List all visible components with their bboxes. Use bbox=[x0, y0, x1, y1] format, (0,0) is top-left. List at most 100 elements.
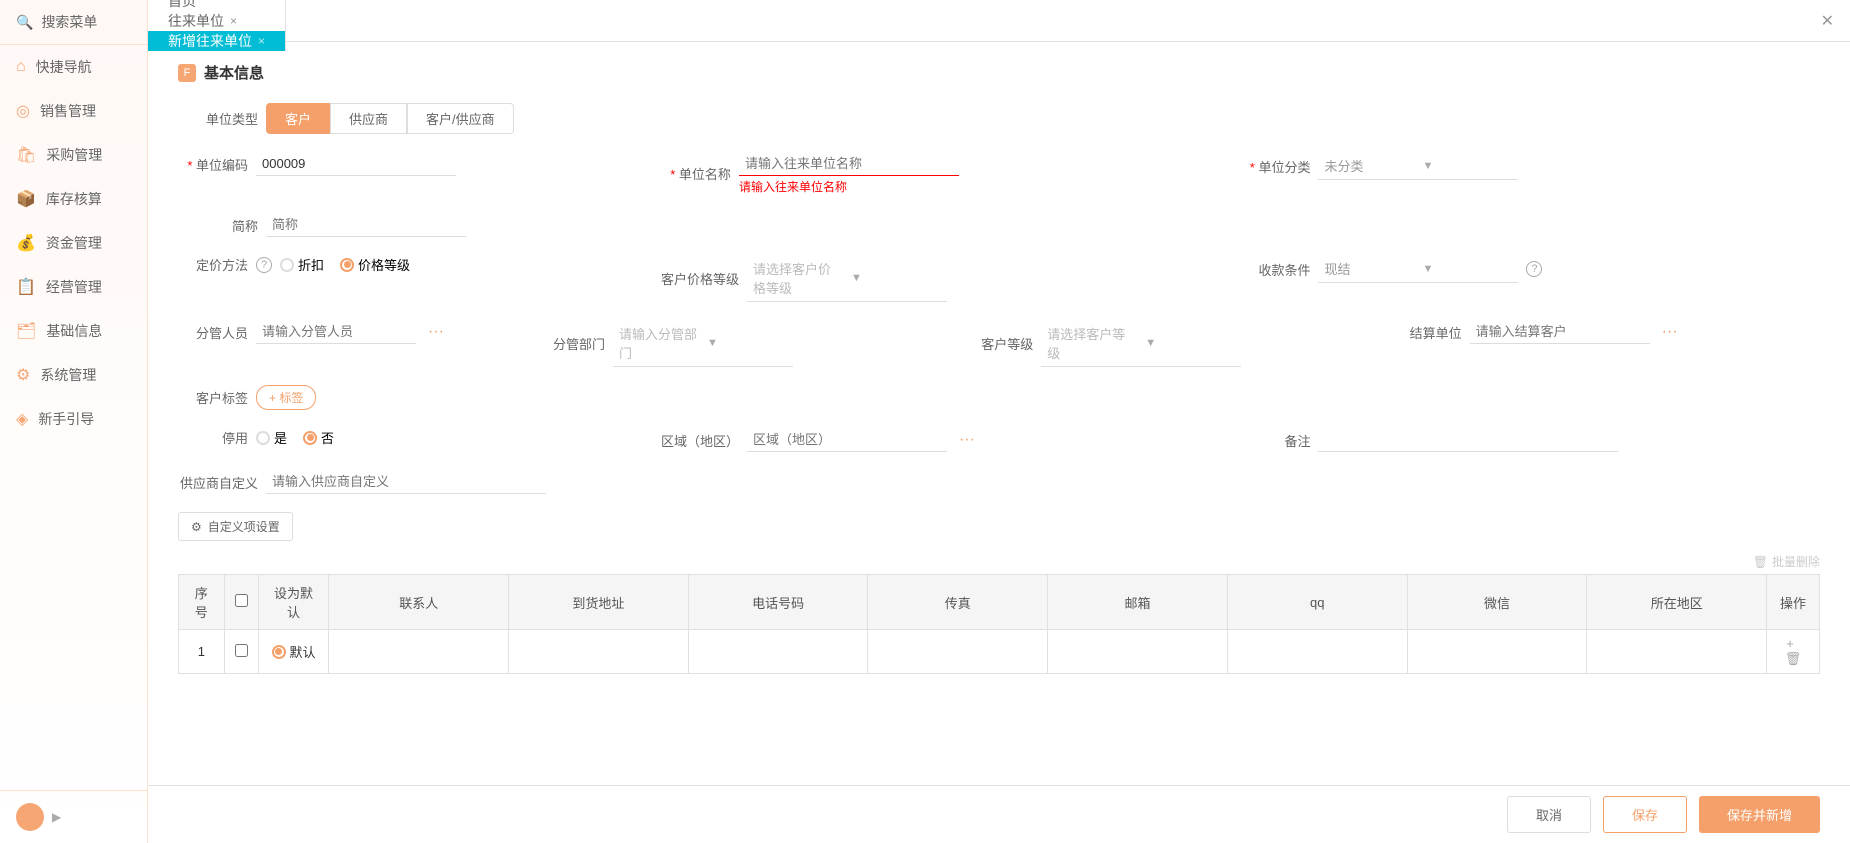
cancel-button[interactable]: 取消 bbox=[1507, 796, 1591, 833]
system-icon: ⚙ bbox=[16, 365, 30, 385]
region-more-icon[interactable]: ··· bbox=[955, 431, 979, 449]
manager-label: 分管人员 bbox=[178, 323, 248, 342]
wechat-cell[interactable] bbox=[1407, 630, 1587, 674]
custom-settings-button[interactable]: ⚙ 自定义项设置 bbox=[178, 512, 293, 541]
batch-delete-icon: 🗑 bbox=[1753, 555, 1768, 569]
default-radio-circle bbox=[272, 645, 286, 659]
manager-input[interactable] bbox=[256, 320, 416, 344]
add-row-icon[interactable]: + bbox=[1786, 636, 1794, 651]
payment-terms-value: 现结 bbox=[1324, 259, 1414, 278]
sidebar-item-sales[interactable]: ◎销售管理 bbox=[0, 89, 147, 133]
qq-cell[interactable] bbox=[1227, 630, 1407, 674]
select-all-checkbox[interactable] bbox=[235, 594, 248, 607]
tab-label: 往来单位 bbox=[168, 11, 224, 31]
quick-nav-icon: ⌂ bbox=[16, 58, 26, 76]
sidebar-footer-icon2: ▶ bbox=[52, 810, 61, 824]
unit-code-input[interactable] bbox=[256, 152, 456, 176]
qq-input[interactable] bbox=[1238, 644, 1397, 659]
contacts-table: 序号设为默认联系人到货地址电话号码传真邮箱qq微信所在地区操作 1 默认 bbox=[178, 574, 1820, 674]
short-name-row: 简称 bbox=[178, 213, 1820, 237]
department-group: 分管部门 请输入分管部门 ▼ bbox=[535, 320, 963, 367]
unit-type-group: 单位类型 客户 供应商 客户/供应商 bbox=[178, 103, 1820, 134]
department-label: 分管部门 bbox=[535, 334, 605, 353]
settlement-unit-more-icon[interactable]: ··· bbox=[1658, 323, 1682, 341]
unit-name-input[interactable] bbox=[739, 152, 959, 176]
checkbox-cell[interactable] bbox=[224, 630, 258, 674]
sidebar-item-label: 销售管理 bbox=[40, 101, 96, 121]
sidebar-item-system[interactable]: ⚙系统管理 bbox=[0, 353, 147, 397]
section-title: 基本信息 bbox=[204, 62, 264, 83]
sidebar-item-finance[interactable]: 💰资金管理 bbox=[0, 221, 147, 265]
payment-terms-select[interactable]: 现结 ▼ bbox=[1318, 255, 1518, 283]
sidebar-item-basic[interactable]: 🗂基础信息 bbox=[0, 309, 147, 353]
add-tag-button[interactable]: + 标签 bbox=[256, 385, 316, 410]
sidebar-item-purchase[interactable]: 🛍采购管理 bbox=[0, 133, 147, 177]
pricing-help-icon[interactable]: ? bbox=[256, 257, 272, 273]
supplier-custom-input[interactable] bbox=[266, 470, 546, 494]
sidebar-item-inventory[interactable]: 📦库存核算 bbox=[0, 177, 147, 221]
email-cell[interactable] bbox=[1048, 630, 1228, 674]
phone-input[interactable] bbox=[699, 644, 858, 659]
sidebar-search[interactable]: 🔍 搜索菜单 bbox=[0, 0, 147, 45]
sidebar-item-guide[interactable]: ◈新手引导 bbox=[0, 397, 147, 441]
customer-price-level-select[interactable]: 请选择客户价格等级 ▼ bbox=[747, 255, 947, 302]
remark-group: 备注 bbox=[1240, 428, 1820, 452]
region-cell[interactable] bbox=[1587, 630, 1767, 674]
payment-terms-help-icon[interactable]: ? bbox=[1526, 261, 1542, 277]
supplier-custom-label: 供应商自定义 bbox=[178, 473, 258, 492]
sidebar-item-operation[interactable]: 📋经营管理 bbox=[0, 265, 147, 309]
fax-cell[interactable] bbox=[868, 630, 1048, 674]
tab-new-contact[interactable]: 新增往来单位× bbox=[148, 31, 286, 51]
pricing-row: 定价方法 ? 折扣 价格等级 客户价格等级 请选择客户价格等级 bbox=[178, 255, 1820, 302]
pricing-radio-discount[interactable]: 折扣 bbox=[280, 255, 324, 274]
save-new-button[interactable]: 保存并新增 bbox=[1699, 796, 1820, 833]
tab-home[interactable]: 首页 bbox=[148, 0, 286, 11]
contact-input[interactable] bbox=[339, 644, 498, 659]
remark-input[interactable] bbox=[1318, 428, 1618, 452]
unit-code-label: 单位编码 bbox=[178, 155, 248, 174]
disabled-group: 停用 是 否 bbox=[178, 428, 661, 447]
email-input[interactable] bbox=[1058, 644, 1217, 659]
unit-info-row: 单位编码 单位名称 请输入往来单位名称 单位分类 未分类 ▼ bbox=[178, 152, 1820, 195]
customer-level-select[interactable]: 请选择客户等级 ▼ bbox=[1041, 320, 1241, 367]
manager-more-icon[interactable]: ··· bbox=[424, 323, 448, 341]
pricing-radio-level[interactable]: 价格等级 bbox=[340, 255, 410, 274]
department-select[interactable]: 请输入分管部门 ▼ bbox=[613, 320, 793, 367]
short-name-group: 简称 bbox=[178, 213, 1820, 237]
fax-input[interactable] bbox=[878, 644, 1037, 659]
customer-level-label: 客户等级 bbox=[963, 334, 1033, 353]
unit-btn-both[interactable]: 客户/供应商 bbox=[407, 103, 514, 134]
tab-close-icon[interactable]: × bbox=[230, 14, 237, 28]
address-input[interactable] bbox=[519, 644, 678, 659]
tab-close-icon[interactable]: × bbox=[258, 34, 265, 48]
th-9: 微信 bbox=[1407, 575, 1587, 630]
address-cell[interactable] bbox=[509, 630, 689, 674]
contact-cell[interactable] bbox=[329, 630, 509, 674]
phone-cell[interactable] bbox=[688, 630, 868, 674]
disabled-radio-yes[interactable]: 是 bbox=[256, 428, 287, 447]
pricing-method-label: 定价方法 bbox=[178, 255, 248, 274]
short-name-input[interactable] bbox=[266, 213, 466, 237]
row-checkbox[interactable] bbox=[235, 644, 248, 657]
unit-category-select[interactable]: 未分类 ▼ bbox=[1318, 152, 1518, 180]
operation-icon: 📋 bbox=[16, 277, 36, 297]
chevron-down-icon2: ▼ bbox=[851, 272, 941, 284]
unit-btn-supplier[interactable]: 供应商 bbox=[330, 103, 407, 134]
batch-delete-label[interactable]: 批量删除 bbox=[1772, 553, 1820, 570]
tab-contacts[interactable]: 往来单位 × bbox=[148, 11, 286, 31]
th-5: 电话号码 bbox=[688, 575, 868, 630]
th-0: 序号 bbox=[179, 575, 225, 630]
region-input2[interactable] bbox=[1597, 644, 1756, 659]
delete-row-icon[interactable]: 🗑 bbox=[1785, 651, 1802, 666]
sidebar-item-quick-nav[interactable]: ⌂快捷导航 bbox=[0, 45, 147, 89]
disabled-radio-group: 是 否 bbox=[256, 428, 334, 447]
wechat-input[interactable] bbox=[1418, 644, 1577, 659]
user-avatar bbox=[16, 803, 44, 831]
disabled-radio-no[interactable]: 否 bbox=[303, 428, 334, 447]
save-button[interactable]: 保存 bbox=[1603, 796, 1687, 833]
default-radio[interactable]: 默认 bbox=[269, 642, 319, 661]
settlement-unit-input[interactable] bbox=[1470, 320, 1650, 344]
global-close-icon[interactable]: ✕ bbox=[1821, 11, 1834, 31]
region-input[interactable] bbox=[747, 428, 947, 452]
unit-btn-customer[interactable]: 客户 bbox=[266, 103, 330, 134]
